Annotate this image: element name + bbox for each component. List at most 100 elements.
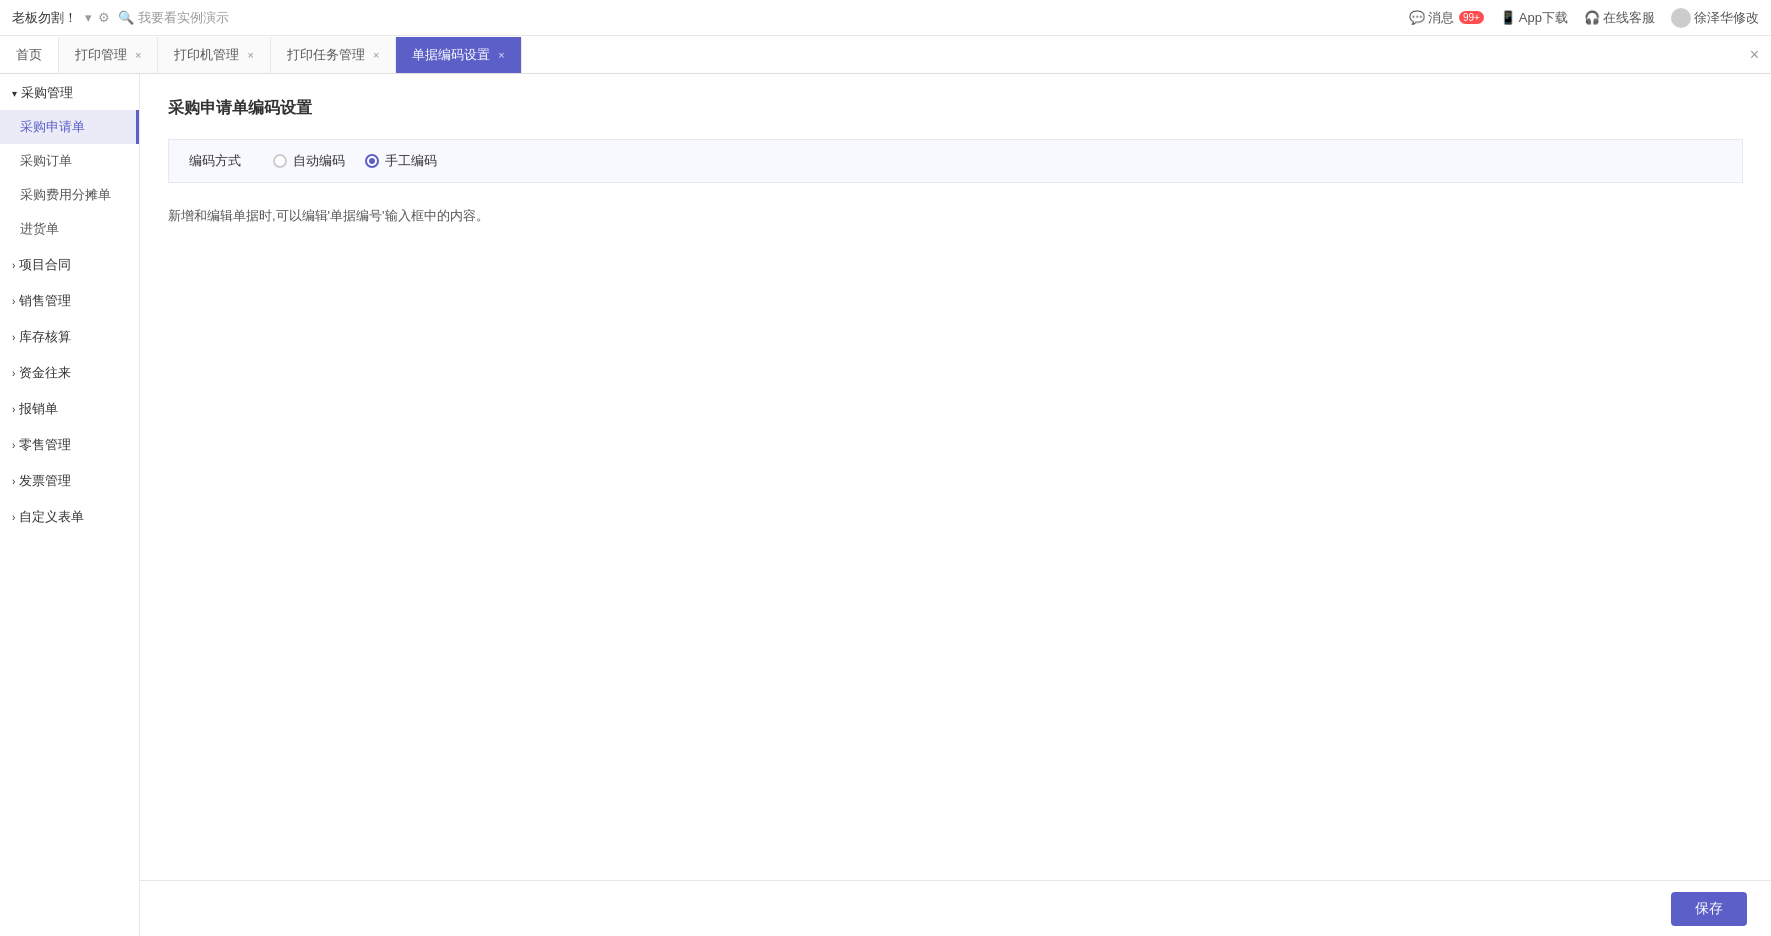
purchase-request-label: 采购申请单 [20, 119, 85, 134]
tab-print-task[interactable]: 打印任务管理 × [271, 37, 396, 73]
bottom-bar: 保存 [140, 880, 1771, 936]
save-button[interactable]: 保存 [1671, 892, 1747, 926]
funds-arrow-icon: › [12, 368, 15, 379]
auto-code-label: 自动编码 [293, 152, 345, 170]
sidebar-item-inbound[interactable]: 进货单 [0, 212, 139, 246]
retail-arrow-icon: › [12, 440, 15, 451]
app-download-icon: 📱 [1500, 10, 1516, 25]
page-title: 采购申请单编码设置 [168, 98, 1743, 119]
sidebar-group-invoice-title[interactable]: › 发票管理 [0, 462, 139, 498]
notification-label: 消息 [1428, 9, 1454, 27]
code-setting-label: 编码方式 [189, 152, 249, 170]
tab-printer-mgmt-close[interactable]: × [247, 49, 253, 61]
sidebar-item-purchase-order[interactable]: 采购订单 [0, 144, 139, 178]
tab-print-task-close[interactable]: × [373, 49, 379, 61]
main-layout: ▾ 采购管理 采购申请单 采购订单 采购费用分摊单 进货单 › 项目合同 [0, 74, 1771, 936]
sidebar-group-inventory: › 库存核算 [0, 318, 139, 354]
top-bar-left: 老板勿割！ ▾ ⚙ 🔍 我要看实例演示 [12, 9, 229, 27]
purchase-arrow-icon: ▾ [12, 88, 17, 99]
tab-barcode-close[interactable]: × [498, 49, 504, 61]
notification-badge: 99+ [1459, 11, 1484, 24]
sidebar-group-custom-form-title[interactable]: › 自定义表单 [0, 498, 139, 534]
sidebar-group-purchase-title[interactable]: ▾ 采购管理 [0, 74, 139, 110]
avatar-icon [1671, 8, 1691, 28]
top-bar-icons: ▾ ⚙ [85, 10, 110, 25]
tab-print-mgmt-label: 打印管理 [75, 46, 127, 64]
tab-bar-close-all[interactable]: × [1738, 46, 1771, 64]
tab-home-label: 首页 [16, 46, 42, 64]
returns-arrow-icon: › [12, 404, 15, 415]
sidebar-item-purchase-expense[interactable]: 采购费用分摊单 [0, 178, 139, 212]
purchase-group-label: 采购管理 [21, 84, 73, 102]
purchase-expense-label: 采购费用分摊单 [20, 187, 111, 202]
tab-print-mgmt-close[interactable]: × [135, 49, 141, 61]
notification-icon: 💬 [1409, 10, 1425, 25]
tab-print-mgmt[interactable]: 打印管理 × [59, 37, 158, 73]
retail-group-label: 零售管理 [19, 436, 71, 454]
invoice-group-label: 发票管理 [19, 472, 71, 490]
app-download-label: App下载 [1519, 9, 1568, 27]
sidebar-group-purchase: ▾ 采购管理 采购申请单 采购订单 采购费用分摊单 进货单 [0, 74, 139, 246]
user-label: 徐泽华修改 [1694, 9, 1759, 27]
tab-bar: 首页 打印管理 × 打印机管理 × 打印任务管理 × 单据编码设置 × × [0, 36, 1771, 74]
project-group-label: 项目合同 [19, 256, 71, 274]
sidebar-group-invoice: › 发票管理 [0, 462, 139, 498]
top-bar-right: 💬 消息 99+ 📱 App下载 🎧 在线客服 徐泽华修改 [1409, 8, 1759, 28]
tab-print-task-label: 打印任务管理 [287, 46, 365, 64]
inventory-group-label: 库存核算 [19, 328, 71, 346]
description-text: 新增和编辑单据时,可以编辑'单据编号'输入框中的内容。 [168, 203, 1743, 229]
online-service-icon: 🎧 [1584, 10, 1600, 25]
code-setting-row: 编码方式 自动编码 手工编码 [168, 139, 1743, 183]
search-label: 我要看实例演示 [138, 9, 229, 27]
inbound-label: 进货单 [20, 221, 59, 236]
tab-barcode-setting[interactable]: 单据编码设置 × [396, 37, 521, 73]
sidebar-group-funds-title[interactable]: › 资金往来 [0, 354, 139, 390]
funds-group-label: 资金往来 [19, 364, 71, 382]
notification-item[interactable]: 💬 消息 99+ [1409, 9, 1484, 27]
search-icon: 🔍 [118, 10, 134, 25]
sidebar-group-retail-title[interactable]: › 零售管理 [0, 426, 139, 462]
radio-group: 自动编码 手工编码 [273, 152, 437, 170]
tab-printer-mgmt[interactable]: 打印机管理 × [158, 37, 270, 73]
invoice-arrow-icon: › [12, 476, 15, 487]
project-arrow-icon: › [12, 260, 15, 271]
app-title: 老板勿割！ [12, 9, 77, 27]
manual-code-radio-circle[interactable] [365, 154, 379, 168]
online-service-label: 在线客服 [1603, 9, 1655, 27]
tab-home[interactable]: 首页 [0, 37, 59, 73]
content-main: 采购申请单编码设置 编码方式 自动编码 手工编码 新增和编辑单据时,可以编辑'单… [140, 74, 1771, 880]
sidebar-group-funds: › 资金往来 [0, 354, 139, 390]
tab-printer-mgmt-label: 打印机管理 [174, 46, 239, 64]
purchase-order-label: 采购订单 [20, 153, 72, 168]
sales-arrow-icon: › [12, 296, 15, 307]
inventory-arrow-icon: › [12, 332, 15, 343]
sidebar-group-inventory-title[interactable]: › 库存核算 [0, 318, 139, 354]
sidebar-group-sales-title[interactable]: › 销售管理 [0, 282, 139, 318]
auto-code-radio-circle[interactable] [273, 154, 287, 168]
top-bar-search[interactable]: 🔍 我要看实例演示 [118, 9, 229, 27]
returns-group-label: 报销单 [19, 400, 58, 418]
sidebar-item-purchase-request[interactable]: 采购申请单 [0, 110, 139, 144]
sidebar-group-project-title[interactable]: › 项目合同 [0, 246, 139, 282]
manual-code-label: 手工编码 [385, 152, 437, 170]
sidebar-group-sales: › 销售管理 [0, 282, 139, 318]
sales-group-label: 销售管理 [19, 292, 71, 310]
custom-form-group-label: 自定义表单 [19, 508, 84, 526]
auto-code-radio[interactable]: 自动编码 [273, 152, 345, 170]
manual-code-radio[interactable]: 手工编码 [365, 152, 437, 170]
settings-icon[interactable]: ⚙ [98, 10, 110, 25]
sidebar-group-retail: › 零售管理 [0, 426, 139, 462]
app-download-item[interactable]: 📱 App下载 [1500, 9, 1568, 27]
content-area: 采购申请单编码设置 编码方式 自动编码 手工编码 新增和编辑单据时,可以编辑'单… [140, 74, 1771, 936]
custom-form-arrow-icon: › [12, 512, 15, 523]
user-profile-item[interactable]: 徐泽华修改 [1671, 8, 1759, 28]
tab-barcode-label: 单据编码设置 [412, 46, 490, 64]
sidebar-group-returns: › 报销单 [0, 390, 139, 426]
sidebar-group-returns-title[interactable]: › 报销单 [0, 390, 139, 426]
sidebar-group-project: › 项目合同 [0, 246, 139, 282]
sidebar: ▾ 采购管理 采购申请单 采购订单 采购费用分摊单 进货单 › 项目合同 [0, 74, 140, 936]
sidebar-group-custom-form: › 自定义表单 [0, 498, 139, 534]
dropdown-icon[interactable]: ▾ [85, 10, 92, 25]
online-service-item[interactable]: 🎧 在线客服 [1584, 9, 1655, 27]
top-bar: 老板勿割！ ▾ ⚙ 🔍 我要看实例演示 💬 消息 99+ 📱 App下载 🎧 在… [0, 0, 1771, 36]
